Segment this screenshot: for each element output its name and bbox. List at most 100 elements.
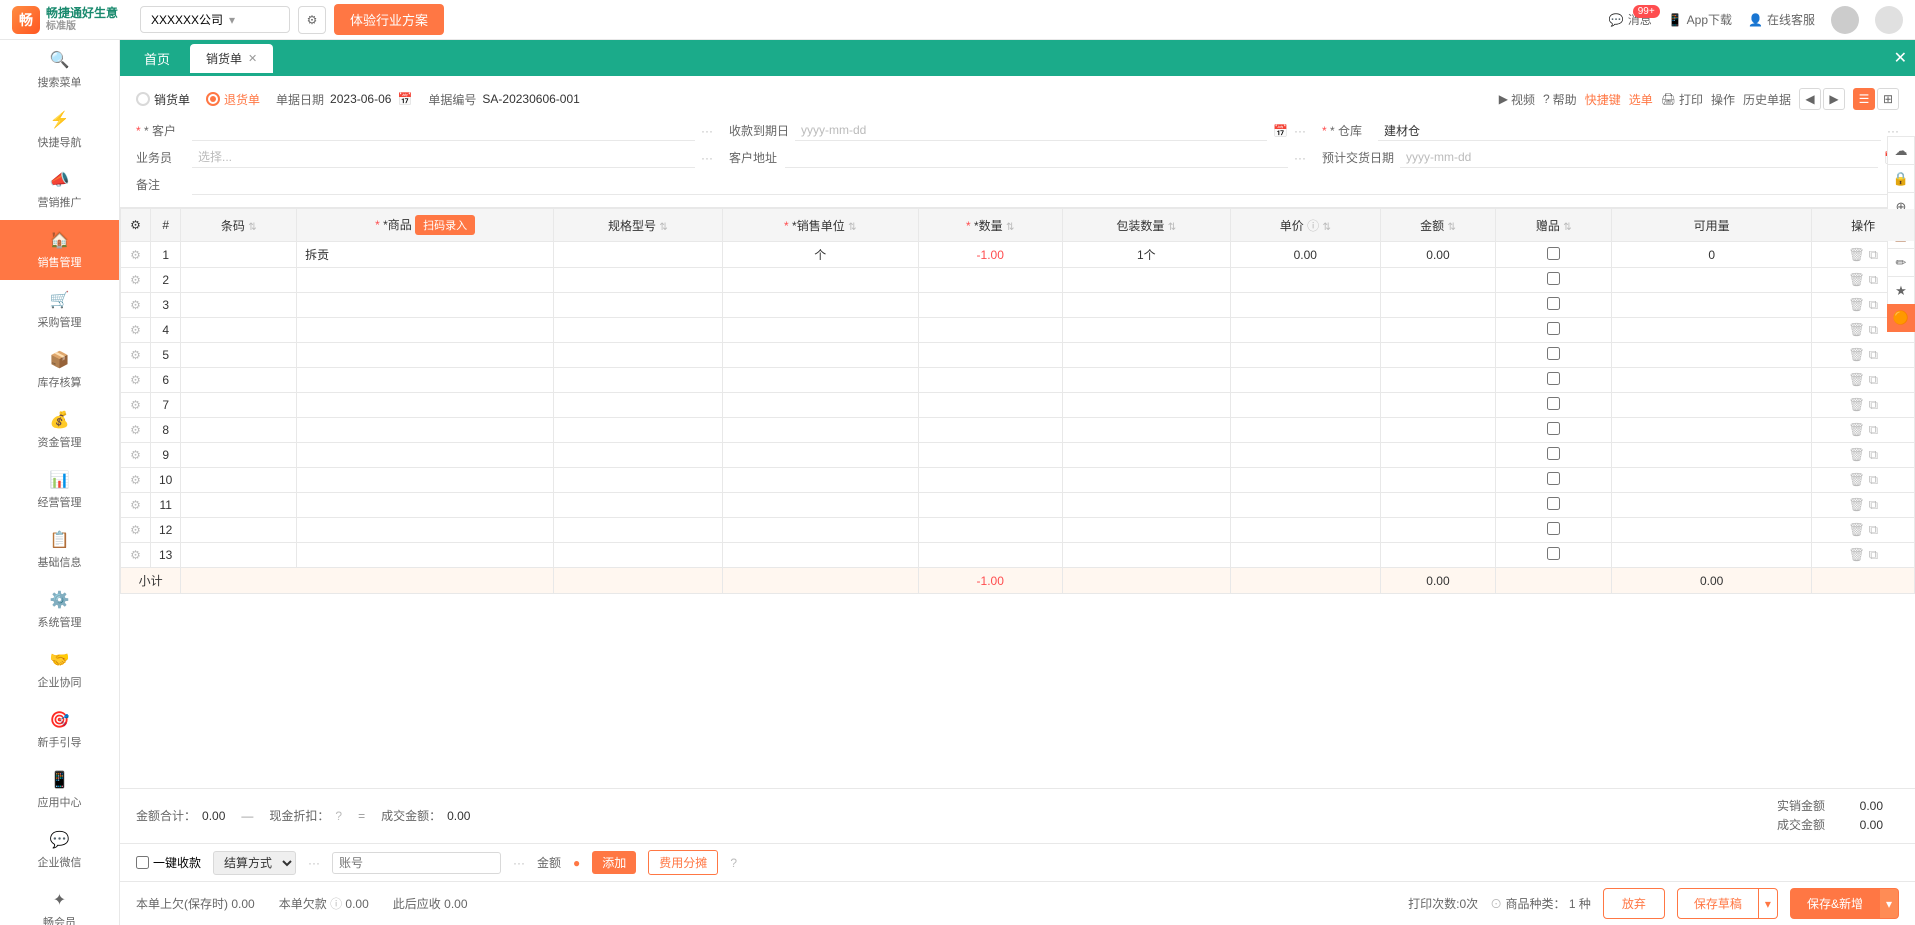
row-pkg-qty[interactable] bbox=[1062, 293, 1231, 318]
row-gift[interactable] bbox=[1496, 518, 1612, 543]
payment-date-input[interactable] bbox=[795, 120, 1267, 141]
row-available[interactable] bbox=[1612, 493, 1812, 518]
row-product[interactable] bbox=[297, 393, 554, 418]
radio-sales-order[interactable]: 销货单 bbox=[136, 91, 190, 108]
row-settings[interactable]: ⚙ bbox=[121, 468, 151, 493]
row-copy-icon[interactable]: ⧉ bbox=[1869, 422, 1878, 438]
right-panel-lock-btn[interactable]: 🔒 bbox=[1887, 164, 1915, 192]
row-amount[interactable] bbox=[1380, 268, 1496, 293]
row-pkg-qty[interactable] bbox=[1062, 318, 1231, 343]
row-gift[interactable] bbox=[1496, 543, 1612, 568]
price-info-icon[interactable]: ⓘ bbox=[1307, 219, 1319, 233]
row-gift[interactable] bbox=[1496, 418, 1612, 443]
row-amount[interactable] bbox=[1380, 543, 1496, 568]
row-settings[interactable]: ⚙ bbox=[121, 443, 151, 468]
row-unit[interactable] bbox=[722, 518, 918, 543]
row-delete-icon[interactable]: 🗑 bbox=[1848, 522, 1865, 538]
row-settings[interactable]: ⚙ bbox=[121, 368, 151, 393]
payment-cal-icon[interactable]: 📅 bbox=[1273, 124, 1288, 138]
warehouse-input[interactable] bbox=[1378, 120, 1881, 141]
row-price[interactable] bbox=[1231, 468, 1381, 493]
row-delete-icon[interactable]: 🗑 bbox=[1848, 422, 1865, 438]
row-qty[interactable]: -1.00 bbox=[918, 242, 1062, 268]
row-available[interactable] bbox=[1612, 393, 1812, 418]
prev-btn[interactable]: ◀ bbox=[1799, 88, 1821, 110]
price-sort-icon[interactable]: ⇅ bbox=[1322, 222, 1330, 233]
row-barcode[interactable] bbox=[181, 343, 297, 368]
sidebar-item-system[interactable]: ⚙️ 系统管理 bbox=[0, 580, 119, 640]
calendar-icon[interactable]: 📅 bbox=[397, 92, 412, 106]
row-gift[interactable] bbox=[1496, 443, 1612, 468]
customer-addr-input[interactable] bbox=[785, 147, 1288, 168]
row-qty[interactable] bbox=[918, 343, 1062, 368]
row-available[interactable] bbox=[1612, 368, 1812, 393]
row-copy-icon[interactable]: ⧉ bbox=[1869, 522, 1878, 538]
account-input[interactable] bbox=[332, 852, 501, 874]
row-unit[interactable] bbox=[722, 493, 918, 518]
row-spec[interactable] bbox=[554, 368, 723, 393]
settlement-method-select[interactable]: 结算方式 bbox=[213, 851, 296, 875]
settings-icon[interactable]: ⚙ bbox=[298, 6, 326, 34]
row-price[interactable] bbox=[1231, 368, 1381, 393]
tab-sales-order[interactable]: 销货单 ✕ bbox=[190, 44, 273, 73]
row-copy-icon[interactable]: ⧉ bbox=[1869, 272, 1878, 288]
row-available[interactable] bbox=[1612, 343, 1812, 368]
row-unit[interactable] bbox=[722, 393, 918, 418]
one-click-payment[interactable]: 一键收款 bbox=[136, 854, 201, 871]
row-copy-icon[interactable]: ⧉ bbox=[1869, 372, 1878, 388]
row-settings[interactable]: ⚙ bbox=[121, 518, 151, 543]
sidebar-item-operations[interactable]: 📊 经营管理 bbox=[0, 460, 119, 520]
row-unit[interactable] bbox=[722, 543, 918, 568]
right-panel-cloud-btn[interactable]: ☁ bbox=[1887, 136, 1915, 164]
message-btn[interactable]: 💬 消息 99+ bbox=[1609, 11, 1652, 28]
row-price[interactable]: 0.00 bbox=[1231, 242, 1381, 268]
qty-sort-icon[interactable]: ⇅ bbox=[1006, 222, 1014, 233]
row-product[interactable] bbox=[297, 343, 554, 368]
row-gift[interactable] bbox=[1496, 242, 1612, 268]
row-barcode[interactable] bbox=[181, 268, 297, 293]
row-product[interactable] bbox=[297, 493, 554, 518]
row-gift[interactable] bbox=[1496, 293, 1612, 318]
row-copy-icon[interactable]: ⧉ bbox=[1869, 497, 1878, 513]
save-new-arrow-btn[interactable]: ▾ bbox=[1880, 888, 1899, 919]
expected-date-input[interactable] bbox=[1400, 147, 1878, 168]
remarks-input[interactable] bbox=[192, 174, 1899, 195]
row-barcode[interactable] bbox=[181, 368, 297, 393]
row-amount[interactable] bbox=[1380, 293, 1496, 318]
row-spec[interactable] bbox=[554, 493, 723, 518]
print-btn[interactable]: 🖨 打印 bbox=[1661, 91, 1703, 108]
row-unit[interactable] bbox=[722, 368, 918, 393]
avatar[interactable] bbox=[1831, 6, 1859, 34]
row-amount[interactable]: 0.00 bbox=[1380, 242, 1496, 268]
unit-sort-icon[interactable]: ⇅ bbox=[848, 222, 856, 233]
row-delete-icon[interactable]: 🗑 bbox=[1848, 547, 1865, 563]
row-settings[interactable]: ⚙ bbox=[121, 293, 151, 318]
row-product[interactable] bbox=[297, 518, 554, 543]
row-pkg-qty[interactable] bbox=[1062, 268, 1231, 293]
sidebar-item-inventory[interactable]: 📦 库存核算 bbox=[0, 340, 119, 400]
row-gift[interactable] bbox=[1496, 268, 1612, 293]
row-product[interactable] bbox=[297, 293, 554, 318]
row-spec[interactable] bbox=[554, 393, 723, 418]
save-draft-arrow-btn[interactable]: ▾ bbox=[1759, 888, 1778, 919]
row-available[interactable] bbox=[1612, 543, 1812, 568]
customer-dots[interactable]: ··· bbox=[701, 124, 713, 138]
row-unit[interactable] bbox=[722, 468, 918, 493]
list-view-icon[interactable]: ☰ bbox=[1853, 88, 1875, 110]
row-amount[interactable] bbox=[1380, 493, 1496, 518]
row-spec[interactable] bbox=[554, 242, 723, 268]
row-product[interactable] bbox=[297, 368, 554, 393]
row-delete-icon[interactable]: 🗑 bbox=[1848, 347, 1865, 363]
gift-sort-icon[interactable]: ⇅ bbox=[1563, 222, 1571, 233]
row-unit[interactable] bbox=[722, 293, 918, 318]
row-copy-icon[interactable]: ⧉ bbox=[1869, 447, 1878, 463]
row-delete-icon[interactable]: 🗑 bbox=[1848, 247, 1865, 263]
row-settings[interactable]: ⚙ bbox=[121, 242, 151, 268]
sidebar-item-basic[interactable]: 📋 基础信息 bbox=[0, 520, 119, 580]
row-qty[interactable] bbox=[918, 443, 1062, 468]
online-service-btn[interactable]: 👤 在线客服 bbox=[1748, 11, 1815, 28]
row-spec[interactable] bbox=[554, 268, 723, 293]
sidebar-item-marketing[interactable]: 📣 营销推广 bbox=[0, 160, 119, 220]
row-copy-icon[interactable]: ⧉ bbox=[1869, 472, 1878, 488]
row-barcode[interactable] bbox=[181, 493, 297, 518]
